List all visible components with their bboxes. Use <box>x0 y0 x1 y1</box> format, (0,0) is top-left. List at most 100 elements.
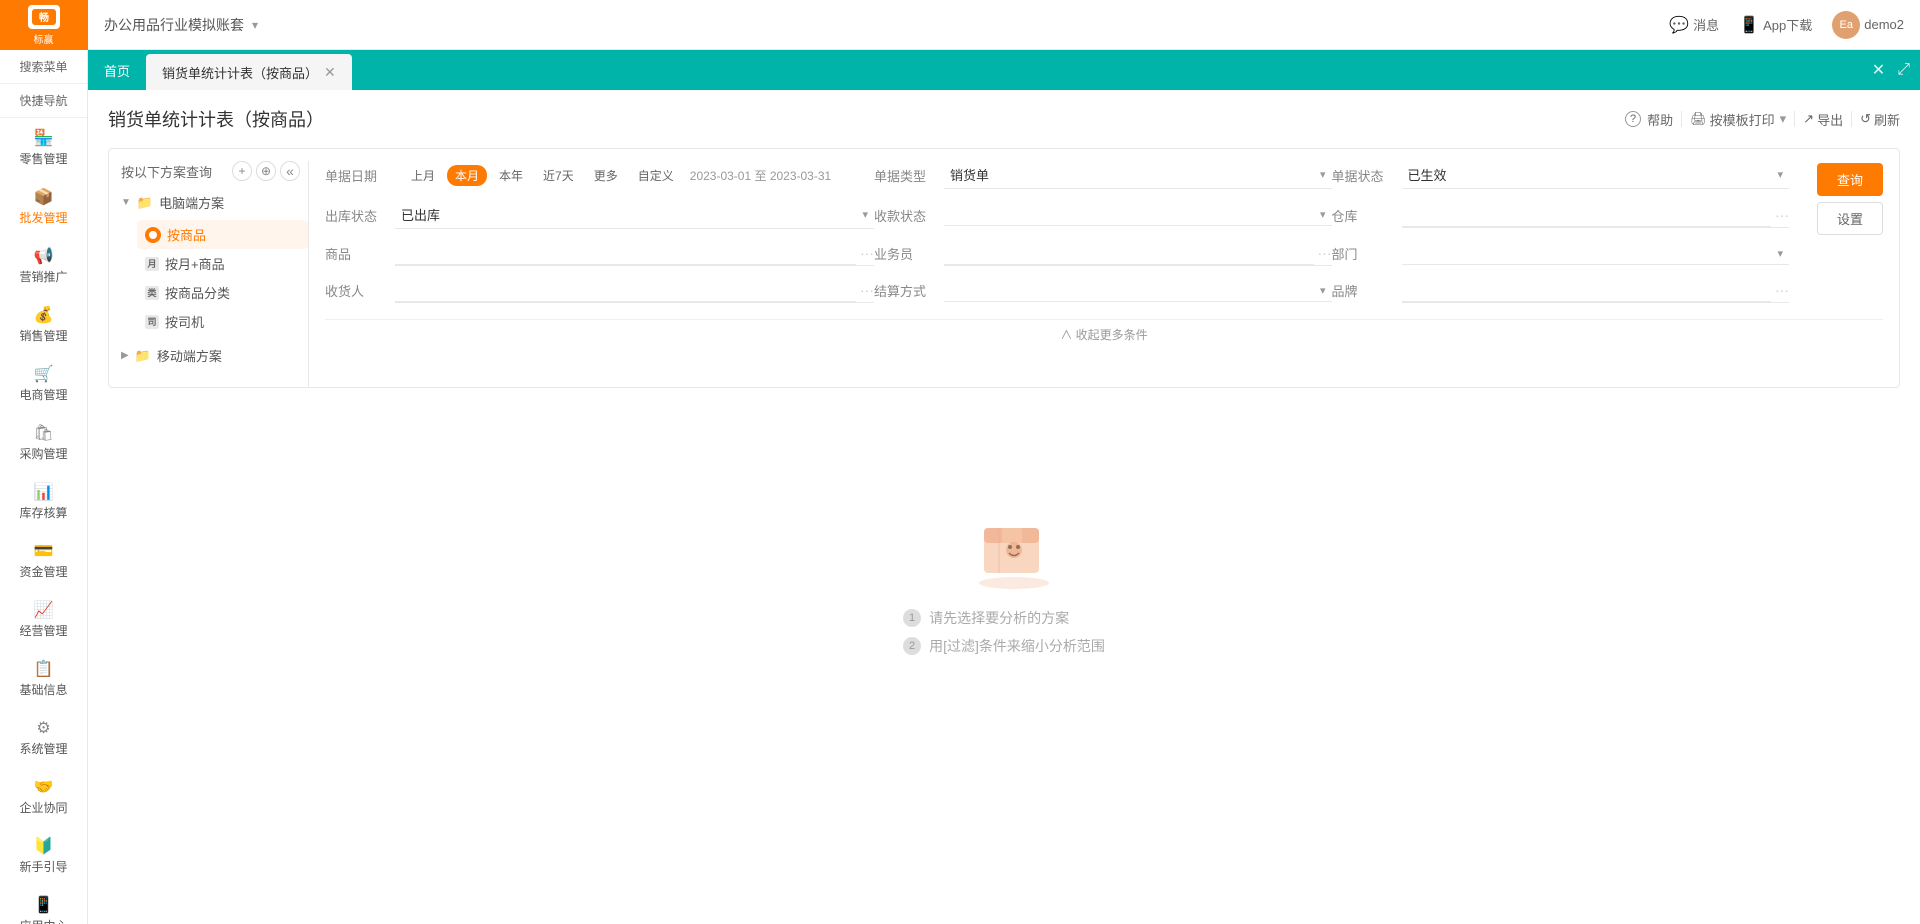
out-status-value: 已出库 <box>401 205 862 224</box>
settlement-select[interactable]: ▾ <box>944 280 1332 302</box>
date-control: 上月 本月 本年 近7天 更多 自定义 2023-03-01 至 2023-03… <box>395 165 874 186</box>
help-icon: ? <box>1625 111 1641 127</box>
date-tab-last-month[interactable]: 上月 <box>403 165 443 186</box>
salesman-label: 业务员 <box>874 244 944 263</box>
date-tab-7days[interactable]: 近7天 <box>535 165 582 186</box>
divider-2 <box>1794 111 1795 127</box>
recipient-dots[interactable]: ··· <box>860 282 874 298</box>
warehouse-input[interactable] <box>1402 203 1772 227</box>
sidebar-item-basic[interactable]: 📋 基础信息 <box>0 649 87 708</box>
app-logo[interactable]: 畅 标赢 <box>0 0 88 50</box>
warehouse-dots[interactable]: ··· <box>1775 207 1789 223</box>
brand-input[interactable] <box>1402 278 1772 302</box>
app-download-button[interactable]: 📱 App下载 <box>1739 15 1812 35</box>
department-label: 部门 <box>1332 244 1402 263</box>
sidebar-item-inventory[interactable]: 📊 库存核算 <box>0 472 87 531</box>
sidebar-item-ecommerce[interactable]: 🛒 电商管理 <box>0 354 87 413</box>
page-title: 销货单统计计表（按商品） <box>108 106 324 132</box>
sidebar-item-operation[interactable]: 📈 经营管理 <box>0 590 87 649</box>
brand-label: 品牌 <box>1332 281 1402 300</box>
doc-status-select[interactable]: 已生效 ▾ <box>1402 161 1790 189</box>
scheme-add-button[interactable]: + <box>232 161 252 181</box>
tabbar: 首页 销货单统计计表（按商品） ✕ ✕ ⤢ <box>88 50 1920 90</box>
doc-type-select[interactable]: 销货单 ▾ <box>944 161 1332 189</box>
settings-button[interactable]: 设置 <box>1817 202 1883 235</box>
export-button[interactable]: ↗ 导出 <box>1803 110 1843 129</box>
department-arrow: ▾ <box>1777 247 1783 260</box>
date-tab-this-year[interactable]: 本年 <box>491 165 531 186</box>
collapse-more-conditions[interactable]: ∧ 收起更多条件 <box>325 319 1883 349</box>
topbar-dropdown-arrow[interactable]: ▾ <box>252 18 258 32</box>
date-tab-custom[interactable]: 自定义 <box>630 165 682 186</box>
sidebar-item-wholesale[interactable]: 📦 批发管理 <box>0 177 87 236</box>
sidebar-item-sales[interactable]: 💰 销售管理 <box>0 295 87 354</box>
filter-and-buttons: 单据日期 上月 本月 本年 近7天 更多 自定义 <box>325 161 1883 315</box>
filter-item-salesman: 业务员 ··· <box>874 241 1332 266</box>
marketing-icon: 📢 <box>34 246 54 266</box>
date-tab-this-month[interactable]: 本月 <box>447 165 487 186</box>
filter-row-4: 收货人 ··· 结算方式 <box>325 278 1789 303</box>
search-menu-label[interactable]: 搜索菜单 <box>19 60 67 74</box>
sidebar-item-purchase[interactable]: 🛍 采购管理 <box>0 413 87 472</box>
sidebar-item-appcenter[interactable]: 📱 应用中心 <box>0 885 87 924</box>
message-button[interactable]: 💬 消息 <box>1669 15 1719 35</box>
tab-restore-button[interactable]: ⤢ <box>1895 59 1912 81</box>
inventory-icon: 📊 <box>34 482 54 502</box>
scheme-item-icon-by-product <box>145 227 161 243</box>
product-input[interactable] <box>395 241 856 265</box>
system-icon: ⚙ <box>36 718 50 738</box>
print-dropdown-arrow[interactable]: ▾ <box>1780 111 1787 127</box>
brand-dots[interactable]: ··· <box>1775 282 1789 298</box>
salesman-input[interactable] <box>944 241 1314 265</box>
sidebar-item-guide[interactable]: 🔰 新手引导 <box>0 826 87 885</box>
tabbar-actions: ✕ ⤢ <box>1870 58 1920 82</box>
warehouse-label: 仓库 <box>1332 206 1402 225</box>
topbar-left: 办公用品行业模拟账套 ▾ <box>104 15 258 35</box>
tab-home[interactable]: 首页 <box>88 50 146 90</box>
svg-text:畅: 畅 <box>39 11 49 24</box>
template-print-button[interactable]: 🖨 按模板打印 ▾ <box>1690 110 1786 129</box>
scheme-item-by-machine[interactable]: 司 按司机 <box>137 307 308 336</box>
scheme-group-mobile: ▶ 📁 移动端方案 <box>121 344 308 367</box>
scheme-item-by-product[interactable]: 按商品 <box>137 220 308 249</box>
product-dots[interactable]: ··· <box>860 245 874 261</box>
help-button[interactable]: ? 帮助 <box>1625 110 1673 129</box>
payment-status-select[interactable]: ▾ <box>944 204 1332 226</box>
sidebar-item-finance[interactable]: 💳 资金管理 <box>0 531 87 590</box>
out-status-arrow: ▾ <box>862 208 868 221</box>
scheme-item-by-category[interactable]: 类 按商品分类 <box>137 278 308 307</box>
scheme-items-desktop: 按商品 月 按月+商品 类 按商品分类 司 <box>137 220 308 336</box>
scheme-copy-button[interactable]: ⊕ <box>256 161 276 181</box>
tab-stats[interactable]: 销货单统计计表（按商品） ✕ <box>146 54 352 90</box>
query-button[interactable]: 查询 <box>1817 163 1883 196</box>
sales-icon: 💰 <box>34 305 54 325</box>
user-profile[interactable]: Ea demo2 <box>1832 11 1904 39</box>
tab-close-button[interactable]: ✕ <box>324 65 336 79</box>
date-tab-more[interactable]: 更多 <box>586 165 626 186</box>
scheme-group-mobile-title[interactable]: ▶ 📁 移动端方案 <box>121 344 308 367</box>
page-header-buttons: ? 帮助 🖨 按模板打印 ▾ ↗ 导出 <box>1625 110 1900 129</box>
out-status-select[interactable]: 已出库 ▾ <box>395 201 874 229</box>
sidebar-item-marketing[interactable]: 📢 营销推广 <box>0 236 87 295</box>
retail-icon: 🏪 <box>34 128 54 148</box>
recipient-input[interactable] <box>395 278 856 302</box>
tab-close-all-button[interactable]: ✕ <box>1870 58 1887 82</box>
sidebar-item-retail[interactable]: 🏪 零售管理 <box>0 118 87 177</box>
refresh-button[interactable]: ↺ 刷新 <box>1860 110 1900 129</box>
sidebar-item-system[interactable]: ⚙ 系统管理 <box>0 708 87 767</box>
filter-row-1: 单据日期 上月 本月 本年 近7天 更多 自定义 <box>325 161 1789 189</box>
payment-status-arrow: ▾ <box>1320 208 1326 221</box>
mobile-group-arrow: ▶ <box>121 350 129 361</box>
page-content-area: 销货单统计计表（按商品） ? 帮助 🖨 按模板打印 ▾ ↗ <box>88 90 1920 924</box>
quick-nav-label[interactable]: 快捷导航 <box>19 94 67 108</box>
scheme-collapse-button[interactable]: « <box>280 161 300 181</box>
sidebar-item-cooperation[interactable]: 🤝 企业协同 <box>0 767 87 826</box>
scheme-header: 按以下方案查询 + ⊕ « <box>121 161 308 181</box>
scheme-group-desktop-title[interactable]: ▼ 📁 电脑端方案 <box>121 191 308 214</box>
filter-item-department: 部门 ▾ <box>1332 243 1790 265</box>
department-select[interactable]: ▾ <box>1402 243 1790 265</box>
sidebar-quick-nav[interactable]: 快捷导航 <box>0 84 87 118</box>
scheme-item-by-month-product[interactable]: 月 按月+商品 <box>137 249 308 278</box>
sidebar-search[interactable]: 搜索菜单 <box>0 50 87 84</box>
salesman-dots[interactable]: ··· <box>1318 245 1332 261</box>
